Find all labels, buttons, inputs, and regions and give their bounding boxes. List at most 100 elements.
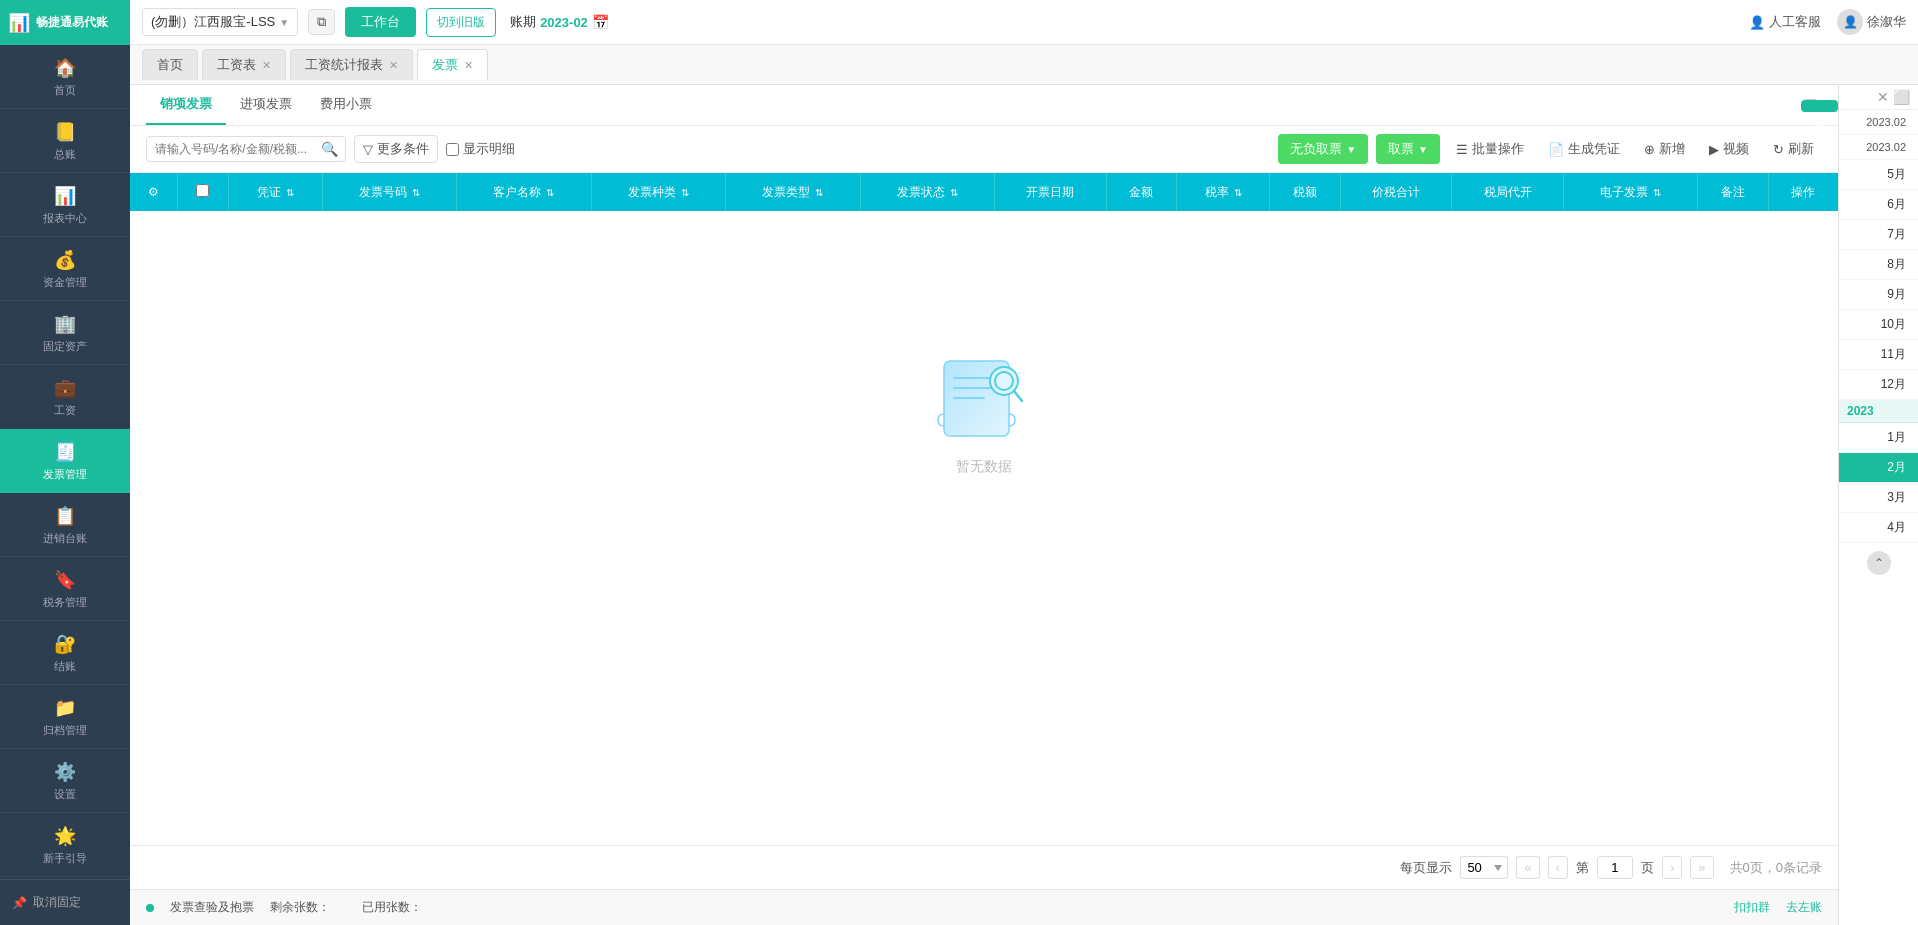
col-tax: 税额 <box>1270 173 1340 211</box>
select-all-checkbox[interactable] <box>196 184 209 197</box>
sidebar-item-assets[interactable]: 🏢 固定资产 <box>0 301 130 365</box>
prev-page-button[interactable]: ‹ <box>1548 856 1568 879</box>
sidebar-item-label: 资金管理 <box>43 275 87 290</box>
switch-version-button[interactable]: 切到旧版 <box>426 8 496 37</box>
sidebar-item-closing[interactable]: 🔐 结账 <box>0 621 130 685</box>
sidebar-item-archive[interactable]: 📁 归档管理 <box>0 685 130 749</box>
workbench-button[interactable]: 工作台 <box>345 7 416 37</box>
company-selector[interactable]: (勿删）江西服宝-LSS ▼ <box>142 8 298 36</box>
go-left-link[interactable]: 去左账 <box>1786 899 1822 916</box>
tab-salary-close[interactable]: ✕ <box>262 59 271 72</box>
tab-salary-stats[interactable]: 工资统计报表 ✕ <box>290 49 413 80</box>
tab-invoice-close[interactable]: ✕ <box>464 59 473 72</box>
date-month-item-8[interactable]: 8月 <box>1839 250 1918 280</box>
gen-voucher-action[interactable]: 📄 生成凭证 <box>1540 136 1628 162</box>
sidebar-item-settings[interactable]: ⚙️ 设置 <box>0 749 130 813</box>
date-month-item-6[interactable]: 6月 <box>1839 190 1918 220</box>
tab-salary[interactable]: 工资表 ✕ <box>202 49 286 80</box>
last-page-button[interactable]: » <box>1690 856 1713 879</box>
next-page-button[interactable]: › <box>1662 856 1682 879</box>
sidebar-item-ledger[interactable]: 📒 总账 <box>0 109 130 173</box>
copy-button[interactable]: ⧉ <box>308 9 335 35</box>
date-month-item-2[interactable]: 2月 <box>1839 453 1918 483</box>
date-panel-header: ✕ ⬜ <box>1839 85 1918 110</box>
date-section-header-2023: 2023 <box>1839 400 1918 423</box>
calendar-icon[interactable]: 📅 <box>592 14 609 30</box>
new-action[interactable]: ⊕ 新增 <box>1636 136 1693 162</box>
sidebar-item-label: 发票管理 <box>43 467 87 482</box>
video-icon: ▶ <box>1709 142 1719 157</box>
show-detail-input[interactable] <box>446 143 459 156</box>
date-month-item-12[interactable]: 12月 <box>1839 370 1918 400</box>
tab-salary-stats-close[interactable]: ✕ <box>389 59 398 72</box>
page-input[interactable] <box>1597 856 1633 879</box>
join-group-link[interactable]: 扣扣群 <box>1734 899 1770 916</box>
video-action[interactable]: ▶ 视频 <box>1701 136 1757 162</box>
date-month-item-9[interactable]: 9月 <box>1839 280 1918 310</box>
sidebar-item-label: 工资 <box>54 403 76 418</box>
sidebar-item-funds[interactable]: 💰 资金管理 <box>0 237 130 301</box>
gen-voucher-label: 生成凭证 <box>1568 140 1620 158</box>
sidebar-item-guide[interactable]: 🌟 新手引导 <box>0 813 130 877</box>
date-panel-collapse-button[interactable]: ⌃ <box>1867 551 1891 575</box>
customer-service[interactable]: 👤 人工客服 <box>1749 13 1821 31</box>
service-label: 人工客服 <box>1769 13 1821 31</box>
topbar: (勿删）江西服宝-LSS ▼ ⧉ 工作台 切到旧版 账期 2023-02 📅 👤… <box>130 0 1918 45</box>
col-invoice-type: 发票种类 ⇅ <box>591 173 726 211</box>
col-settings[interactable]: ⚙ <box>130 173 177 211</box>
no-ticket-button[interactable]: 无负取票 ▼ <box>1278 134 1368 164</box>
sidebar-item-tax[interactable]: 🔖 税务管理 <box>0 557 130 621</box>
user-menu[interactable]: 👤 徐溆华 <box>1837 9 1906 35</box>
no-ticket-label: 无负取票 <box>1290 140 1342 158</box>
pin-toggle[interactable]: 📌 取消固定 <box>8 888 122 917</box>
show-detail-checkbox[interactable]: 显示明细 <box>446 140 515 158</box>
subtab-purchase[interactable]: 进项发票 <box>226 85 306 125</box>
date-month-item-7[interactable]: 7月 <box>1839 220 1918 250</box>
refresh-action[interactable]: ↻ 刷新 <box>1765 136 1822 162</box>
per-page-select[interactable]: 20 50 100 <box>1460 856 1508 879</box>
col-open-date: 开票日期 <box>995 173 1107 211</box>
get-ticket-dropdown-icon: ▼ <box>1418 144 1428 155</box>
filter-button[interactable]: ▽ 更多条件 <box>354 135 438 163</box>
archive-icon: 📁 <box>54 697 76 719</box>
first-page-button[interactable]: « <box>1516 856 1539 879</box>
subtab-sales[interactable]: 销项发票 <box>146 85 226 125</box>
date-month-item-11[interactable]: 11月 <box>1839 340 1918 370</box>
subtab-sales-label: 销项发票 <box>160 96 212 111</box>
sidebar-item-label: 首页 <box>54 83 76 98</box>
date-month-item-1[interactable]: 1月 <box>1839 423 1918 453</box>
sidebar-item-sales-ledger[interactable]: 📋 进销台账 <box>0 493 130 557</box>
tab-invoice[interactable]: 发票 ✕ <box>417 49 488 80</box>
sidebar-footer: 📌 取消固定 <box>0 879 130 925</box>
col-checkbox[interactable] <box>177 173 229 211</box>
date-month-item-3[interactable]: 3月 <box>1839 483 1918 513</box>
sidebar-item-reports[interactable]: 📊 报表中心 <box>0 173 130 237</box>
page-label: 第 <box>1576 859 1589 877</box>
sidebar-item-label: 总账 <box>54 147 76 162</box>
sidebar-item-label: 进销台账 <box>43 531 87 546</box>
status-dot <box>146 904 154 912</box>
date-month-item-10[interactable]: 10月 <box>1839 310 1918 340</box>
sidebar-item-home[interactable]: 🏠 首页 <box>0 45 130 109</box>
sidebar-item-label: 设置 <box>54 787 76 802</box>
settings-icon: ⚙️ <box>54 761 76 783</box>
subtab-bar: 销项发票 进项发票 费用小票 ⊞ <box>130 85 1838 126</box>
get-ticket-button[interactable]: 取票 ▼ <box>1376 134 1440 164</box>
search-input[interactable] <box>146 136 346 162</box>
sidebar-item-label: 新手引导 <box>43 851 87 866</box>
toolbar: 🔍 ▽ 更多条件 显示明细 无负取票 <box>130 126 1838 173</box>
date-month-item-4[interactable]: 4月 <box>1839 513 1918 543</box>
date-month-item-2023-02-dup[interactable]: 2023.02 <box>1839 135 1918 160</box>
sidebar-item-invoice-mgmt[interactable]: 🧾 发票管理 <box>0 429 130 493</box>
date-month-item-5[interactable]: 5月 <box>1839 160 1918 190</box>
date-month-item-2023-02-top[interactable]: 2023.02 <box>1839 110 1918 135</box>
subtab-expense[interactable]: 费用小票 <box>306 85 386 125</box>
sales-ledger-icon: 📋 <box>54 505 76 527</box>
per-page-label: 每页显示 <box>1400 859 1452 877</box>
tab-home[interactable]: 首页 <box>142 49 198 80</box>
batch-ops-action[interactable]: ☰ 批量操作 <box>1448 136 1532 162</box>
empty-state: 暂无数据 <box>130 211 1838 611</box>
date-panel-maximize-icon[interactable]: ⬜ <box>1893 89 1910 105</box>
sidebar-item-salary[interactable]: 💼 工资 <box>0 365 130 429</box>
date-panel-close-icon[interactable]: ✕ <box>1877 89 1889 105</box>
